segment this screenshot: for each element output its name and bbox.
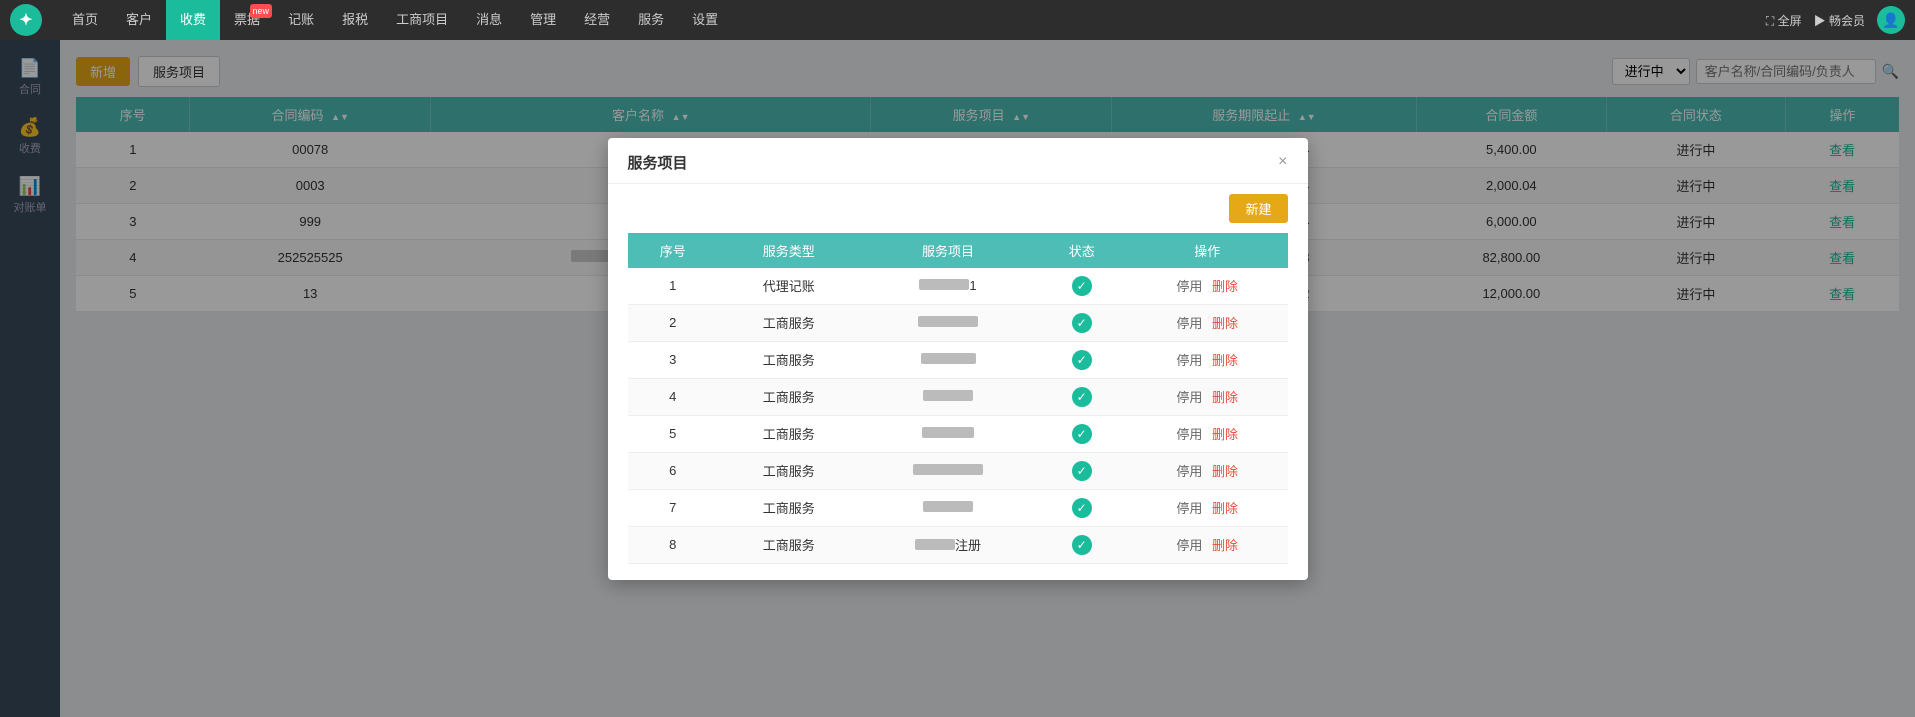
status-icon: ✓ <box>1072 498 1092 518</box>
stop-button[interactable]: 停用 <box>1176 390 1202 405</box>
list-item: 3 工商服务 ✓ 停用 删除 <box>628 341 1288 378</box>
delete-button[interactable]: 删除 <box>1212 279 1238 294</box>
status-icon: ✓ <box>1072 313 1092 333</box>
nav-settings[interactable]: 设置 <box>678 0 732 40</box>
nav-tax[interactable]: 报税 <box>328 0 382 40</box>
modal-col-action: 操作 <box>1127 233 1288 268</box>
modal-toolbar: 新建 <box>608 184 1308 233</box>
modal-body: 序号 服务类型 服务项目 状态 操作 1 代理记账 1 ✓ 停用 删除 <box>608 233 1308 580</box>
list-item: 6 工商服务 ✓ 停用 删除 <box>628 452 1288 489</box>
list-item: 4 工商服务 ✓ 停用 删除 <box>628 378 1288 415</box>
service-items-modal: 服务项目 × 新建 序号 服务类型 服务项目 状态 操作 1 代理记账 1 <box>608 138 1308 580</box>
delete-button[interactable]: 删除 <box>1212 464 1238 479</box>
stop-button[interactable]: 停用 <box>1176 316 1202 331</box>
top-nav: ✦ 首页 客户 收费 票据 new 记账 报税 工商项目 消息 管理 经营 服务… <box>0 0 1915 40</box>
modal-col-type: 服务类型 <box>718 233 860 268</box>
list-item: 5 工商服务 ✓ 停用 删除 <box>628 415 1288 452</box>
stop-button[interactable]: 停用 <box>1176 353 1202 368</box>
modal-col-seq: 序号 <box>628 233 718 268</box>
modal-new-button[interactable]: 新建 <box>1229 194 1287 223</box>
delete-button[interactable]: 删除 <box>1212 390 1238 405</box>
list-item: 2 工商服务 ✓ 停用 删除 <box>628 304 1288 341</box>
status-icon: ✓ <box>1072 461 1092 481</box>
status-icon: ✓ <box>1072 350 1092 370</box>
status-icon: ✓ <box>1072 424 1092 444</box>
stop-button[interactable]: 停用 <box>1176 427 1202 442</box>
nav-operate[interactable]: 经营 <box>570 0 624 40</box>
status-icon: ✓ <box>1072 387 1092 407</box>
modal-close-button[interactable]: × <box>1278 153 1287 171</box>
list-item: 7 工商服务 ✓ 停用 删除 <box>628 489 1288 526</box>
modal-title: 服务项目 <box>628 152 688 173</box>
service-items-table: 序号 服务类型 服务项目 状态 操作 1 代理记账 1 ✓ 停用 删除 <box>628 233 1288 564</box>
status-icon: ✓ <box>1072 535 1092 555</box>
nav-bookkeep[interactable]: 记账 <box>274 0 328 40</box>
status-icon: ✓ <box>1072 276 1092 296</box>
stop-button[interactable]: 停用 <box>1176 464 1202 479</box>
modal-header: 服务项目 × <box>608 138 1308 184</box>
nav-manage[interactable]: 管理 <box>516 0 570 40</box>
delete-button[interactable]: 删除 <box>1212 353 1238 368</box>
new-badge: new <box>250 4 273 18</box>
list-item: 8 工商服务 注册 ✓ 停用 删除 <box>628 526 1288 563</box>
nav-service[interactable]: 服务 <box>624 0 678 40</box>
delete-button[interactable]: 删除 <box>1212 427 1238 442</box>
stop-button[interactable]: 停用 <box>1176 501 1202 516</box>
delete-button[interactable]: 删除 <box>1212 316 1238 331</box>
app-logo[interactable]: ✦ <box>10 4 42 36</box>
nav-items: 首页 客户 收费 票据 new 记账 报税 工商项目 消息 管理 经营 服务 设… <box>58 0 1766 40</box>
list-item: 1 代理记账 1 ✓ 停用 删除 <box>628 268 1288 305</box>
nav-customer[interactable]: 客户 <box>112 0 166 40</box>
avatar[interactable]: 👤 <box>1877 6 1905 34</box>
delete-button[interactable]: 删除 <box>1212 501 1238 516</box>
stop-button[interactable]: 停用 <box>1176 279 1202 294</box>
nav-business[interactable]: 工商项目 <box>382 0 462 40</box>
nav-fee[interactable]: 收费 <box>166 0 220 40</box>
fullscreen-btn[interactable]: ⛶ 全屏 <box>1766 12 1802 29</box>
nav-home[interactable]: 首页 <box>58 0 112 40</box>
nav-message[interactable]: 消息 <box>462 0 516 40</box>
nav-invoice[interactable]: 票据 new <box>220 0 274 40</box>
vip-btn[interactable]: ▶ 畅会员 <box>1814 12 1865 29</box>
modal-col-status: 状态 <box>1036 233 1126 268</box>
stop-button[interactable]: 停用 <box>1176 538 1202 553</box>
delete-button[interactable]: 删除 <box>1212 538 1238 553</box>
nav-right: ⛶ 全屏 ▶ 畅会员 👤 <box>1766 6 1905 34</box>
modal-col-item: 服务项目 <box>860 233 1037 268</box>
